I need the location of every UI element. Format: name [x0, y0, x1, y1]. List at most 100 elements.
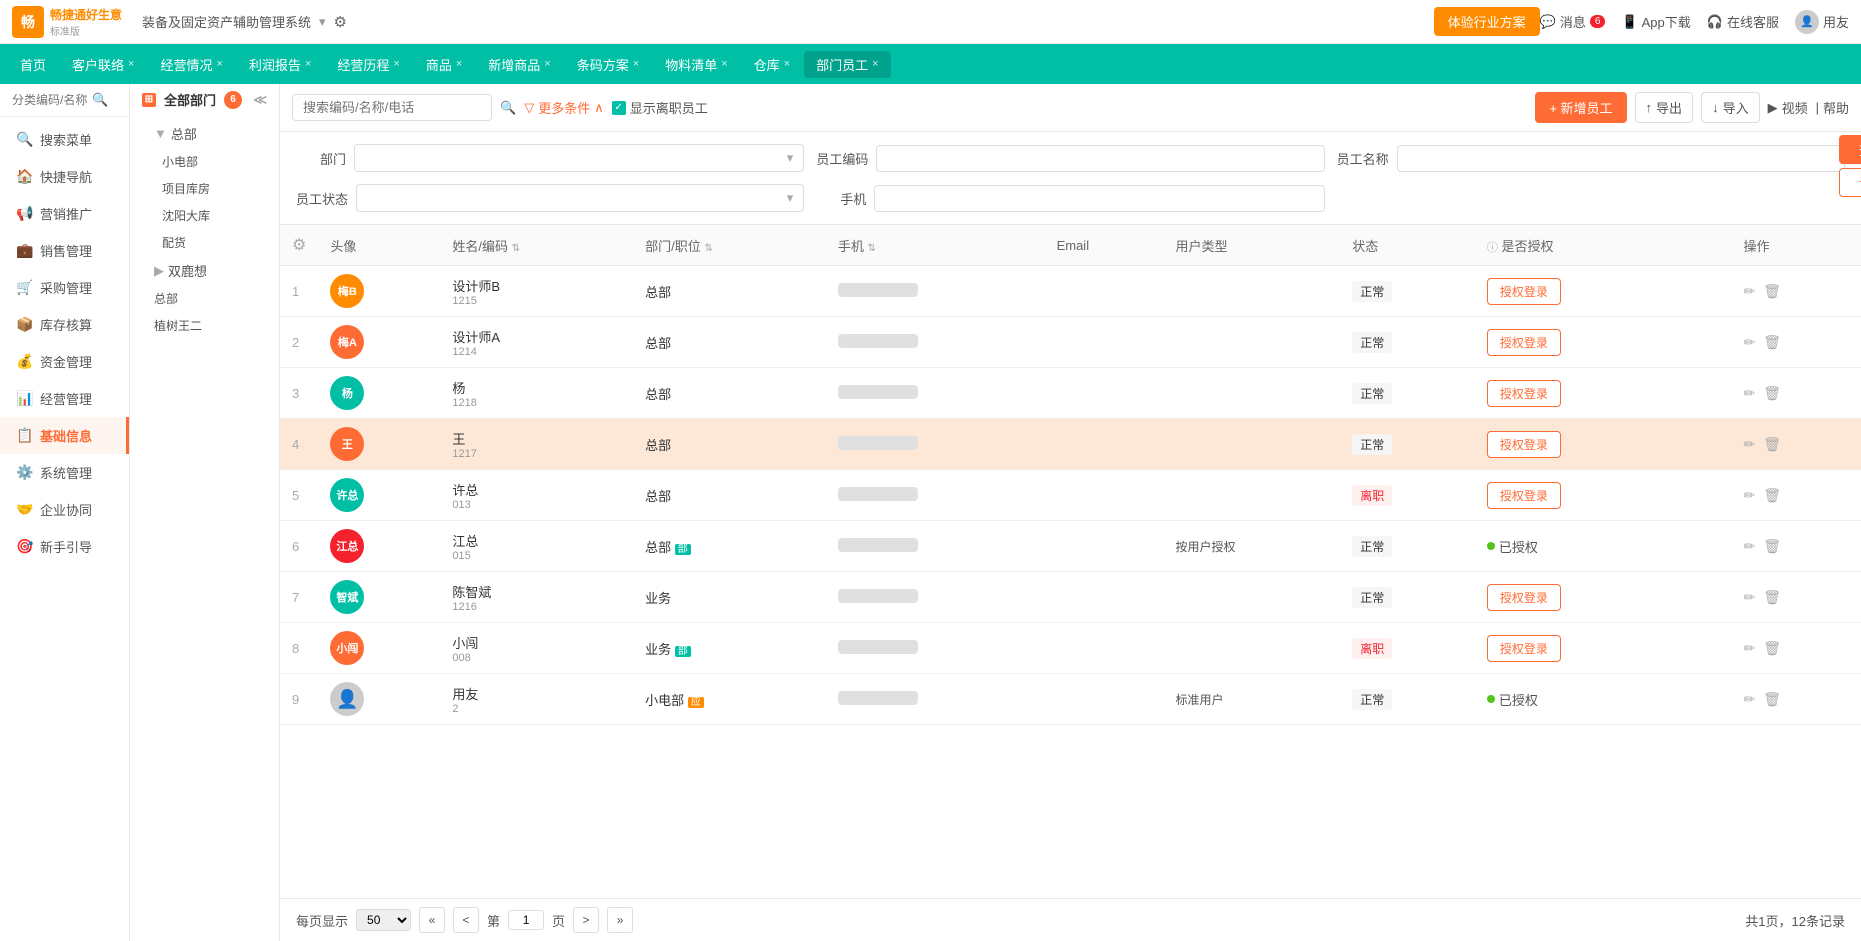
- delete-icon[interactable]: 🗑: [1763, 487, 1781, 504]
- tab-goods[interactable]: 商品×: [414, 51, 474, 78]
- tab-barcode[interactable]: 条码方案×: [565, 51, 651, 78]
- close-icon[interactable]: ×: [393, 58, 399, 70]
- settings-icon[interactable]: ⚙: [292, 237, 306, 254]
- close-icon[interactable]: ×: [721, 58, 727, 70]
- user-item[interactable]: 👤 用友: [1795, 10, 1849, 34]
- delete-icon[interactable]: 🗑: [1763, 538, 1781, 555]
- dept-double[interactable]: ▶ 双鹿想: [138, 256, 279, 285]
- auth-login-button[interactable]: 授权登录: [1487, 431, 1561, 458]
- sidebar-item-sales[interactable]: 💼 销售管理: [0, 232, 129, 269]
- sidebar-item-collab[interactable]: 🤝 企业协同: [0, 491, 129, 528]
- sidebar-search-input[interactable]: [12, 93, 92, 107]
- auth-login-button[interactable]: 授权登录: [1487, 380, 1561, 407]
- edit-icon[interactable]: ✏: [1744, 640, 1756, 657]
- sidebar-item-search[interactable]: 🔍 搜索菜单: [0, 121, 129, 158]
- close-icon[interactable]: ×: [784, 58, 790, 70]
- tab-warehouse[interactable]: 仓库×: [742, 51, 802, 78]
- dept-general[interactable]: ▼ 总部: [138, 119, 279, 148]
- close-icon[interactable]: ×: [216, 58, 222, 70]
- col-dept[interactable]: 部门/职位 ⇅: [633, 225, 826, 266]
- col-name[interactable]: 姓名/编码 ⇅: [440, 225, 633, 266]
- status-select[interactable]: ▾: [356, 184, 804, 212]
- tab-bom[interactable]: 物料清单×: [653, 51, 739, 78]
- edit-icon[interactable]: ✏: [1744, 487, 1756, 504]
- col-phone[interactable]: 手机 ⇅: [826, 225, 1045, 266]
- query-button[interactable]: 查询: [1839, 135, 1861, 164]
- employee-name-input[interactable]: [1397, 145, 1845, 172]
- tab-home[interactable]: 首页: [8, 51, 58, 78]
- auth-login-button[interactable]: 授权登录: [1487, 635, 1561, 662]
- collapse-all-icon[interactable]: ≪: [253, 92, 267, 108]
- edit-icon[interactable]: ✏: [1744, 283, 1756, 300]
- edit-icon[interactable]: ✏: [1744, 691, 1756, 708]
- dept-item-shenyang[interactable]: 沈阳大库: [138, 202, 279, 229]
- sidebar-item-guide[interactable]: 🎯 新手引导: [0, 528, 129, 565]
- help-button[interactable]: | 帮助: [1816, 98, 1849, 117]
- delete-icon[interactable]: 🗑: [1763, 385, 1781, 402]
- tab-history[interactable]: 经营历程×: [325, 51, 411, 78]
- close-icon[interactable]: ×: [633, 58, 639, 70]
- settings-icon[interactable]: ⚙: [334, 13, 347, 31]
- more-filter-button[interactable]: ▽ 更多条件 ∧: [524, 98, 604, 117]
- edit-icon[interactable]: ✏: [1744, 589, 1756, 606]
- auth-login-button[interactable]: 授权登录: [1487, 482, 1561, 509]
- tab-profit[interactable]: 利润报告×: [237, 51, 323, 78]
- search-input[interactable]: [292, 94, 492, 121]
- page-number-input[interactable]: [508, 910, 544, 930]
- sidebar-item-nav[interactable]: 🏠 快捷导航: [0, 158, 129, 195]
- tab-business[interactable]: 经营情况×: [148, 51, 234, 78]
- col-settings[interactable]: ⚙: [280, 225, 318, 266]
- sidebar-item-finance[interactable]: 💰 资金管理: [0, 343, 129, 380]
- close-icon[interactable]: ×: [456, 58, 462, 70]
- dept-select[interactable]: ▾: [354, 144, 804, 172]
- sidebar-item-marketing[interactable]: 📢 营销推广: [0, 195, 129, 232]
- auth-login-button[interactable]: 授权登录: [1487, 278, 1561, 305]
- dept-item-small-elec[interactable]: 小电部: [138, 148, 279, 175]
- delete-icon[interactable]: 🗑: [1763, 436, 1781, 453]
- first-page-button[interactable]: «: [419, 907, 445, 933]
- app-download-item[interactable]: 📱 App下载: [1621, 12, 1690, 31]
- message-item[interactable]: 💬 消息 6: [1540, 12, 1606, 31]
- page-size-select[interactable]: 50 20 100: [356, 909, 411, 931]
- sidebar-item-basic-info[interactable]: 📋 基础信息: [0, 417, 129, 454]
- close-icon[interactable]: ×: [128, 58, 134, 70]
- tab-customer[interactable]: 客户联络×: [60, 51, 146, 78]
- edit-icon[interactable]: ✏: [1744, 334, 1756, 351]
- sidebar-item-system[interactable]: ⚙️ 系统管理: [0, 454, 129, 491]
- edit-icon[interactable]: ✏: [1744, 436, 1756, 453]
- sidebar-item-inventory[interactable]: 📦 库存核算: [0, 306, 129, 343]
- video-button[interactable]: ▶ 视频: [1768, 98, 1808, 117]
- delete-icon[interactable]: 🗑: [1763, 589, 1781, 606]
- tab-dept-staff[interactable]: 部门员工×: [804, 51, 890, 78]
- add-employee-button[interactable]: + 新增员工: [1535, 92, 1626, 123]
- delete-icon[interactable]: 🗑: [1763, 640, 1781, 657]
- sidebar-item-operation[interactable]: 📊 经营管理: [0, 380, 129, 417]
- last-page-button[interactable]: »: [607, 907, 633, 933]
- edit-icon[interactable]: ✏: [1744, 538, 1756, 555]
- dept-item-distribution[interactable]: 配货: [138, 229, 279, 256]
- online-service-item[interactable]: 🎧 在线客服: [1707, 12, 1779, 31]
- sidebar-search-icon[interactable]: 🔍: [92, 92, 108, 108]
- prev-page-button[interactable]: <: [453, 907, 479, 933]
- close-icon[interactable]: ×: [872, 58, 878, 70]
- delete-icon[interactable]: 🗑: [1763, 691, 1781, 708]
- delete-icon[interactable]: 🗑: [1763, 283, 1781, 300]
- auth-login-button[interactable]: 授权登录: [1487, 329, 1561, 356]
- all-dept-header[interactable]: ⊞ 全部部门 6 ≪: [130, 84, 279, 115]
- employee-code-input[interactable]: [876, 145, 1324, 172]
- phone-input[interactable]: [874, 185, 1324, 212]
- export-button[interactable]: ↑ 导出: [1635, 92, 1694, 123]
- dept-item-plant[interactable]: 植树王二: [130, 312, 279, 339]
- edit-icon[interactable]: ✏: [1744, 385, 1756, 402]
- search-icon[interactable]: 🔍: [500, 100, 516, 116]
- dropdown-icon[interactable]: ▾: [319, 14, 326, 30]
- close-icon[interactable]: ×: [544, 58, 550, 70]
- dept-item-project[interactable]: 项目库房: [138, 175, 279, 202]
- set-button[interactable]: 设置: [1839, 168, 1861, 197]
- next-page-button[interactable]: >: [573, 907, 599, 933]
- import-button[interactable]: ↓ 导入: [1701, 92, 1760, 123]
- try-plan-button[interactable]: 体验行业方案: [1434, 7, 1540, 36]
- sidebar-item-purchase[interactable]: 🛒 采购管理: [0, 269, 129, 306]
- auth-login-button[interactable]: 授权登录: [1487, 584, 1561, 611]
- show-resigned-toggle[interactable]: ✓ 显示离职员工: [612, 98, 708, 117]
